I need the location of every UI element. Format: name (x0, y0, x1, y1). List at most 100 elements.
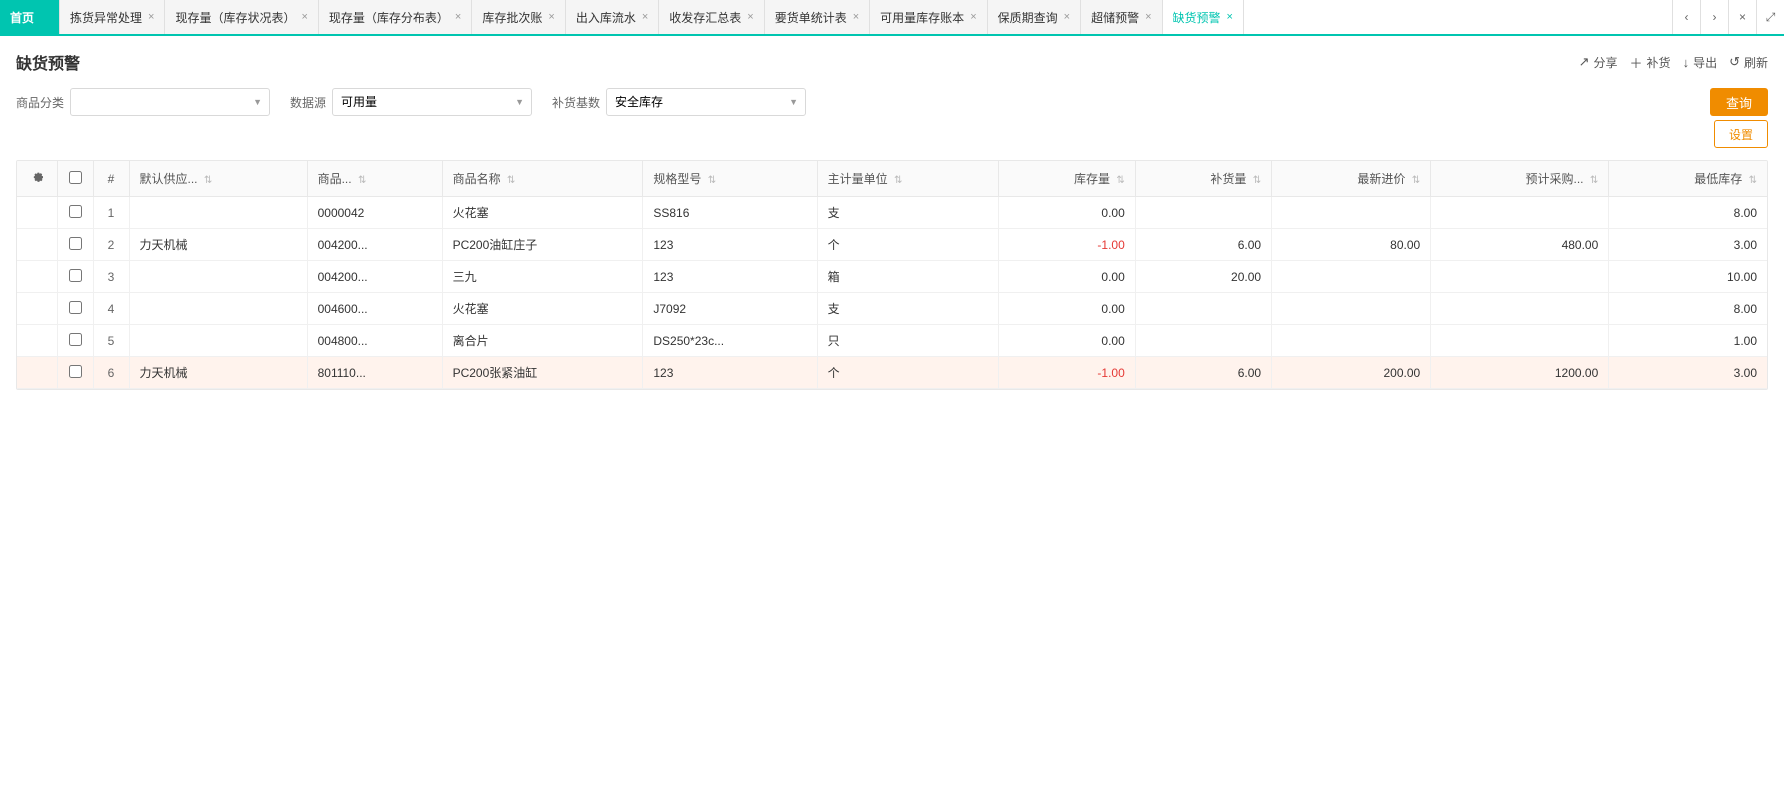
tab-expiry[interactable]: 保质期查询 × (988, 0, 1081, 35)
tab-inout-flow[interactable]: 出入库流水 × (566, 0, 659, 35)
share-icon: ↗ (1579, 54, 1590, 70)
tab-receive-summary[interactable]: 收发存汇总表 × (659, 0, 764, 35)
column-unit[interactable]: 主计量单位 ⇅ (817, 161, 999, 197)
tab-overstock-label: 超储预警 (1091, 9, 1139, 26)
page-header: 缺货预警 ↗ 分享 ＋ 补货 ↓ 导出 ↺ 刷新 (16, 50, 1768, 74)
column-stock[interactable]: 库存量 ⇅ (999, 161, 1135, 197)
row-checkbox[interactable] (69, 237, 82, 250)
query-button[interactable]: 查询 (1710, 88, 1768, 116)
row-supplier (129, 293, 307, 325)
close-icon[interactable]: × (1227, 11, 1233, 23)
row-product-code: 004200... (307, 229, 442, 261)
tab-shortage[interactable]: 缺货预警 × (1163, 0, 1244, 36)
row-product-name: 火花塞 (442, 197, 643, 229)
row-checkbox-cell[interactable] (57, 293, 93, 325)
category-select-wrapper (70, 88, 270, 116)
sort-icon: ⇅ (708, 175, 716, 186)
replenish-filter-group: 补货基数 安全库存 (552, 88, 806, 116)
replenish-label: 补货 (1647, 54, 1671, 71)
row-stock: 0.00 (999, 293, 1135, 325)
tab-batch-account[interactable]: 库存批次账 × (472, 0, 565, 35)
column-replenish[interactable]: 补货量 ⇅ (1135, 161, 1271, 197)
close-icon[interactable]: × (1145, 11, 1151, 23)
column-settings[interactable] (17, 161, 57, 197)
share-button[interactable]: ↗ 分享 (1579, 54, 1618, 71)
close-icon[interactable]: × (148, 11, 154, 23)
row-product-name: 火花塞 (442, 293, 643, 325)
row-unit: 只 (817, 325, 999, 357)
row-checkbox[interactable] (69, 205, 82, 218)
row-checkbox[interactable] (69, 301, 82, 314)
column-select-all[interactable] (57, 161, 93, 197)
tab-stock-dist[interactable]: 现存量（库存分布表） × (319, 0, 472, 35)
row-settings-cell (17, 197, 57, 229)
replenish-label: 补货基数 (552, 94, 600, 111)
row-checkbox[interactable] (69, 333, 82, 346)
nav-prev-button[interactable]: ‹ (1672, 0, 1700, 35)
row-replenish (1135, 325, 1271, 357)
tab-home[interactable]: 首页 (0, 0, 60, 35)
tab-available-ledger[interactable]: 可用量库存账本 × (870, 0, 987, 35)
column-supplier[interactable]: 默认供应... ⇅ (129, 161, 307, 197)
close-icon[interactable]: × (642, 11, 648, 23)
sort-icon: ⇅ (1116, 175, 1124, 186)
close-icon[interactable]: × (455, 11, 461, 23)
row-checkbox[interactable] (69, 365, 82, 378)
refresh-button[interactable]: ↺ 刷新 (1729, 54, 1768, 71)
datasource-select[interactable]: 可用量 (332, 88, 532, 116)
row-spec: 123 (643, 229, 817, 261)
row-stock: -1.00 (999, 357, 1135, 389)
close-icon[interactable]: × (548, 11, 554, 23)
close-icon[interactable]: × (747, 11, 753, 23)
row-checkbox-cell[interactable] (57, 325, 93, 357)
row-checkbox-cell[interactable] (57, 357, 93, 389)
column-spec[interactable]: 规格型号 ⇅ (643, 161, 817, 197)
replenish-button[interactable]: ＋ 补货 (1630, 53, 1671, 72)
column-min-stock[interactable]: 最低库存 ⇅ (1609, 161, 1767, 197)
close-icon[interactable]: × (301, 11, 307, 23)
column-latest-price[interactable]: 最新进价 ⇅ (1272, 161, 1431, 197)
row-checkbox-cell[interactable] (57, 229, 93, 261)
shortage-table: # 默认供应... ⇅ 商品... ⇅ 商品名称 ⇅ 规格型号 (17, 161, 1767, 389)
column-estimated-purchase-label: 预计采购... (1526, 172, 1584, 186)
sort-icon: ⇅ (1412, 175, 1420, 186)
category-select[interactable] (70, 88, 270, 116)
tab-stock-status[interactable]: 现存量（库存状况表） × (165, 0, 318, 35)
tab-overstock[interactable]: 超储预警 × (1081, 0, 1162, 35)
filter-right-actions: 查询 设置 (1710, 88, 1768, 148)
table-row: 3 004200... 三九 123 箱 0.00 20.00 10.00 (17, 261, 1767, 293)
row-settings-cell (17, 261, 57, 293)
export-button[interactable]: ↓ 导出 (1683, 54, 1718, 71)
nav-next-button[interactable]: › (1700, 0, 1728, 35)
row-checkbox[interactable] (69, 269, 82, 282)
row-unit: 箱 (817, 261, 999, 293)
column-product-name[interactable]: 商品名称 ⇅ (442, 161, 643, 197)
close-icon[interactable]: × (853, 11, 859, 23)
column-product-code-label: 商品... (318, 172, 352, 186)
row-stock: 0.00 (999, 261, 1135, 293)
row-min-stock: 8.00 (1609, 293, 1767, 325)
close-icon[interactable]: × (1064, 11, 1070, 23)
row-checkbox-cell[interactable] (57, 261, 93, 293)
nav-expand-button[interactable]: ⤢ (1756, 0, 1784, 35)
row-settings-cell (17, 325, 57, 357)
column-replenish-label: 补货量 (1210, 172, 1246, 186)
row-checkbox-cell[interactable] (57, 197, 93, 229)
select-all-checkbox[interactable] (69, 171, 82, 184)
close-icon[interactable]: × (970, 11, 976, 23)
column-estimated-purchase[interactable]: 预计采购... ⇅ (1431, 161, 1609, 197)
replenish-icon: ＋ (1630, 53, 1643, 72)
tab-requisition[interactable]: 要货单统计表 × (765, 0, 870, 35)
tab-stock-status-label: 现存量（库存状况表） (175, 9, 295, 26)
row-unit: 支 (817, 197, 999, 229)
table-settings-icon[interactable] (29, 169, 45, 185)
column-latest-price-label: 最新进价 (1357, 172, 1405, 186)
tab-goods-exception[interactable]: 拣货异常处理 × (60, 0, 165, 35)
column-min-stock-label: 最低库存 (1694, 172, 1742, 186)
row-latest-price (1272, 293, 1431, 325)
nav-close-button[interactable]: × (1728, 0, 1756, 35)
column-product-code[interactable]: 商品... ⇅ (307, 161, 442, 197)
replenish-select[interactable]: 安全库存 (606, 88, 806, 116)
settings-button[interactable]: 设置 (1714, 120, 1768, 148)
row-index: 4 (93, 293, 129, 325)
